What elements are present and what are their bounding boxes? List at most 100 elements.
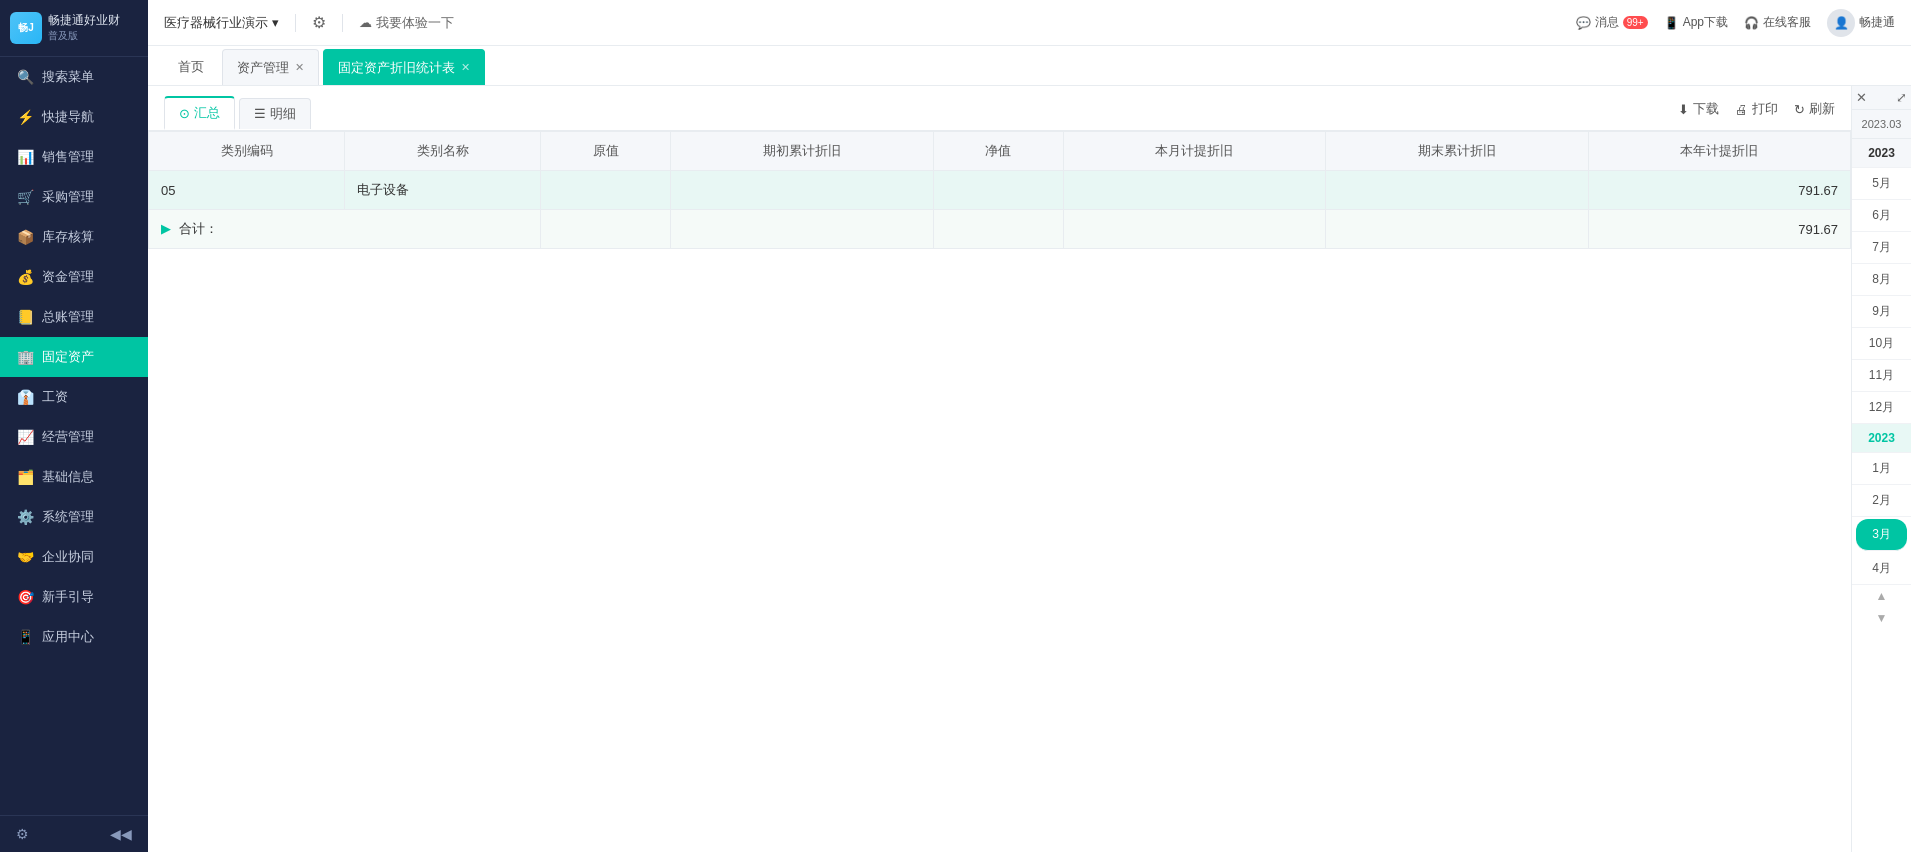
sidebar-item-guide[interactable]: 🎯 新手引导 (0, 577, 148, 617)
main-area: 医疗器械行业演示 ▾ ⚙ ☁ 我要体验一下 💬 消息 99+ 📱 App下载 � (148, 0, 1911, 852)
cell-name: 电子设备 (345, 171, 541, 210)
sidebar-item-quick-nav[interactable]: ⚡ 快捷导航 (0, 97, 148, 137)
messages-label: 消息 (1595, 14, 1619, 31)
date-month-1[interactable]: 1月 (1852, 453, 1911, 485)
total-net (933, 210, 1063, 249)
enterprise-icon: 🤝 (16, 549, 34, 565)
close-date-panel-icon[interactable]: ✕ (1856, 90, 1867, 105)
cell-original (541, 171, 671, 210)
total-original (541, 210, 671, 249)
date-year-2023[interactable]: 2023 (1852, 424, 1911, 453)
sub-tab-summary[interactable]: ⊙ 汇总 (164, 96, 235, 130)
tab-depreciation[interactable]: 固定资产折旧统计表 ✕ (323, 49, 485, 85)
sidebar-item-search[interactable]: 🔍 搜索菜单 (0, 57, 148, 97)
tab-home[interactable]: 首页 (164, 49, 218, 85)
date-month-6[interactable]: 6月 (1852, 200, 1911, 232)
download-button[interactable]: ⬇ 下载 (1678, 100, 1719, 118)
col-header-initial: 期初累计折旧 (671, 132, 933, 171)
sidebar-item-payroll[interactable]: 👔 工资 (0, 377, 148, 417)
col-header-period-end: 期末累计折旧 (1326, 132, 1588, 171)
app-download-label: App下载 (1683, 14, 1728, 31)
settings-icon[interactable]: ⚙ (16, 826, 29, 842)
app-download-action[interactable]: 📱 App下载 (1664, 14, 1728, 31)
sidebar-item-sales[interactable]: 📊 销售管理 (0, 137, 148, 177)
messages-icon: 💬 (1576, 16, 1591, 30)
tab-depreciation-close[interactable]: ✕ (461, 61, 470, 74)
sidebar-item-label: 经营管理 (42, 428, 94, 446)
depreciation-table: 类别编码 类别名称 原值 期初累计折旧 净值 本月计提折旧 期末累计折旧 本年计… (148, 131, 1851, 249)
tab-asset-mgmt-label: 资产管理 (237, 59, 289, 77)
sidebar-item-system[interactable]: ⚙️ 系统管理 (0, 497, 148, 537)
summary-icon: ⊙ (179, 106, 190, 121)
expand-date-panel-icon[interactable]: ⤢ (1896, 90, 1907, 105)
messages-action[interactable]: 💬 消息 99+ (1576, 14, 1648, 31)
payroll-icon: 👔 (16, 389, 34, 405)
date-month-12[interactable]: 12月 (1852, 392, 1911, 424)
sales-icon: 📊 (16, 149, 34, 165)
experience-button[interactable]: ☁ 我要体验一下 (359, 14, 454, 32)
total-annual: 791.67 (1588, 210, 1850, 249)
sidebar-footer: ⚙ ◀◀ (0, 815, 148, 852)
topbar-right: 💬 消息 99+ 📱 App下载 🎧 在线客服 👤 畅捷通 (1576, 9, 1895, 37)
company-name: 医疗器械行业演示 (164, 14, 268, 32)
sidebar-item-label: 系统管理 (42, 508, 94, 526)
sidebar-item-label: 工资 (42, 388, 68, 406)
total-monthly (1063, 210, 1325, 249)
date-month-5[interactable]: 5月 (1852, 168, 1911, 200)
topbar-settings-icon[interactable]: ⚙ (312, 13, 326, 32)
sub-tab-summary-label: 汇总 (194, 104, 220, 122)
date-month-2[interactable]: 2月 (1852, 485, 1911, 517)
system-icon: ⚙️ (16, 509, 34, 525)
date-month-11[interactable]: 11月 (1852, 360, 1911, 392)
sidebar-item-ledger[interactable]: 📒 总账管理 (0, 297, 148, 337)
sidebar-item-purchase[interactable]: 🛒 采购管理 (0, 177, 148, 217)
date-month-8[interactable]: 8月 (1852, 264, 1911, 296)
date-next-icon[interactable]: ▼ (1852, 607, 1911, 629)
cell-period-end (1326, 171, 1588, 210)
sidebar-item-finance[interactable]: 💰 资金管理 (0, 257, 148, 297)
topbar: 医疗器械行业演示 ▾ ⚙ ☁ 我要体验一下 💬 消息 99+ 📱 App下载 � (148, 0, 1911, 46)
inventory-icon: 📦 (16, 229, 34, 245)
sidebar-item-enterprise[interactable]: 🤝 企业协同 (0, 537, 148, 577)
collapse-sidebar-icon[interactable]: ◀◀ (110, 826, 132, 842)
sidebar-item-app-center[interactable]: 📱 应用中心 (0, 617, 148, 657)
operations-icon: 📈 (16, 429, 34, 445)
col-header-annual: 本年计提折旧 (1588, 132, 1850, 171)
tab-asset-mgmt[interactable]: 资产管理 ✕ (222, 49, 319, 85)
print-button[interactable]: 🖨 打印 (1735, 100, 1778, 118)
customer-service-action[interactable]: 🎧 在线客服 (1744, 14, 1811, 31)
app-title: 畅捷通好业财 (48, 13, 120, 29)
total-initial (671, 210, 933, 249)
cell-code: 05 (149, 171, 345, 210)
user-profile[interactable]: 👤 畅捷通 (1827, 9, 1895, 37)
topbar-left: 医疗器械行业演示 ▾ ⚙ ☁ 我要体验一下 (164, 13, 454, 32)
sidebar-item-label: 销售管理 (42, 148, 94, 166)
date-month-9[interactable]: 9月 (1852, 296, 1911, 328)
cell-net (933, 171, 1063, 210)
download-icon: ⬇ (1678, 102, 1689, 117)
sidebar-item-inventory[interactable]: 📦 库存核算 (0, 217, 148, 257)
sidebar-item-fixed-assets[interactable]: 🏢 固定资产 (0, 337, 148, 377)
sidebar-item-operations[interactable]: 📈 经营管理 (0, 417, 148, 457)
tab-home-label: 首页 (178, 58, 204, 76)
purchase-icon: 🛒 (16, 189, 34, 205)
date-prev-icon[interactable]: ▲ (1852, 585, 1911, 607)
col-header-net: 净值 (933, 132, 1063, 171)
company-selector[interactable]: 医疗器械行业演示 ▾ (164, 14, 279, 32)
tab-asset-mgmt-close[interactable]: ✕ (295, 61, 304, 74)
date-month-10[interactable]: 10月 (1852, 328, 1911, 360)
fixed-assets-icon: 🏢 (16, 349, 34, 365)
refresh-button[interactable]: ↻ 刷新 (1794, 100, 1835, 118)
sidebar-item-basic-info[interactable]: 🗂️ 基础信息 (0, 457, 148, 497)
date-month-3-active[interactable]: 3月 (1856, 519, 1907, 551)
date-month-4[interactable]: 4月 (1852, 553, 1911, 585)
sidebar-item-label: 库存核算 (42, 228, 94, 246)
sidebar-item-label: 企业协同 (42, 548, 94, 566)
download-label: 下载 (1693, 100, 1719, 118)
total-expand-icon[interactable]: ▶ (161, 221, 171, 236)
date-month-7[interactable]: 7月 (1852, 232, 1911, 264)
tab-depreciation-label: 固定资产折旧统计表 (338, 59, 455, 77)
sidebar-item-label: 资金管理 (42, 268, 94, 286)
customer-service-icon: 🎧 (1744, 16, 1759, 30)
sub-tab-detail[interactable]: ☰ 明细 (239, 98, 311, 129)
